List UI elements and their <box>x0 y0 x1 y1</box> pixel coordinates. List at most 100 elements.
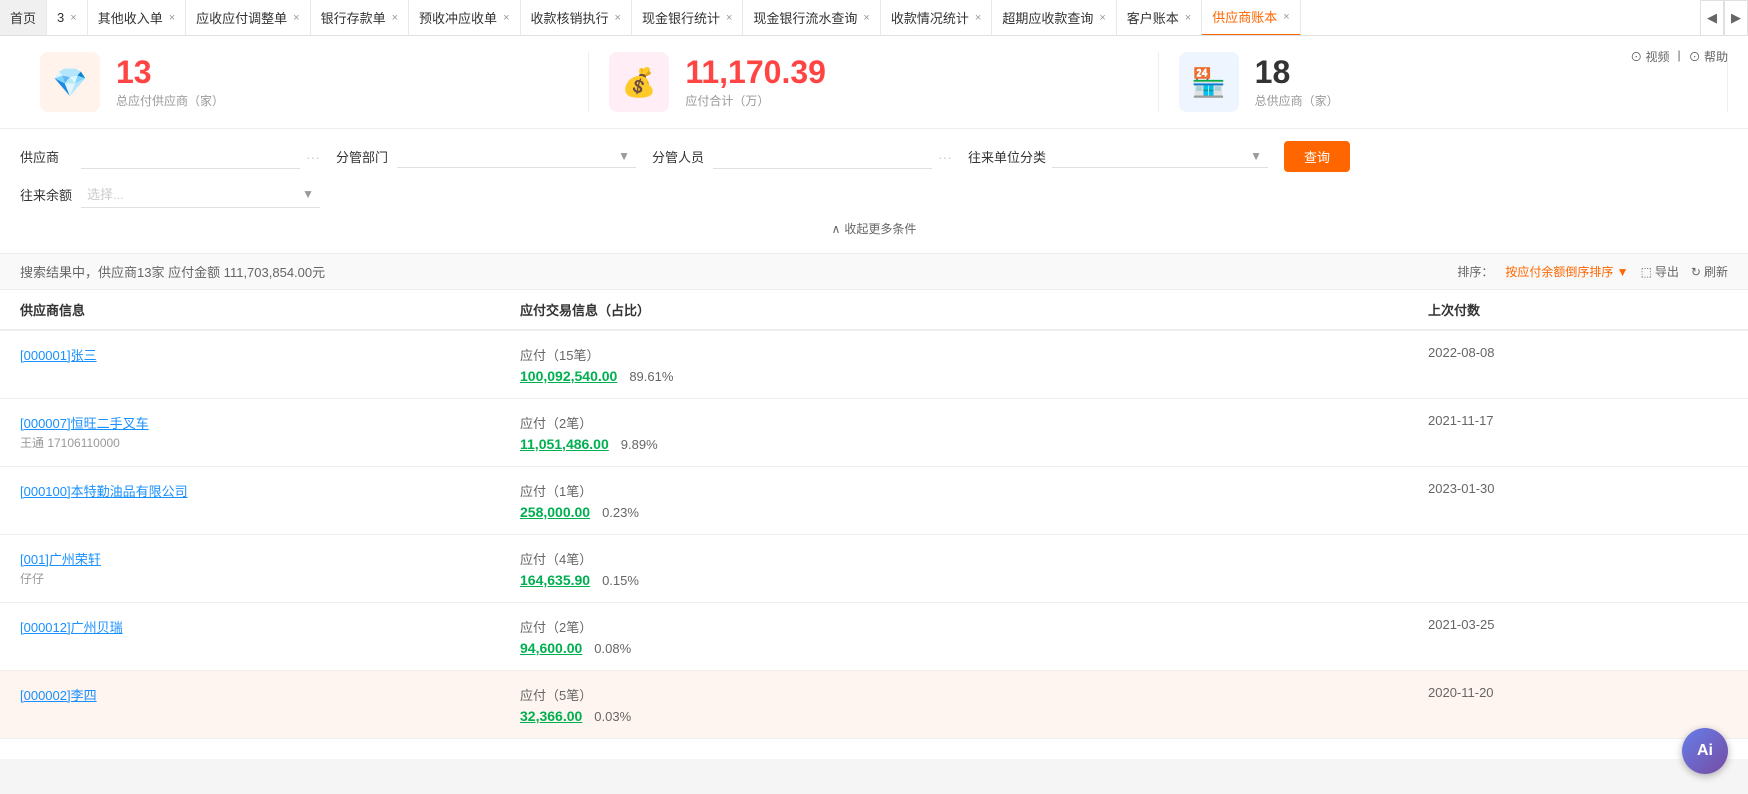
dept-filter-label: 分管部门 <box>336 147 391 166</box>
export-button[interactable]: ⬚ 导出 <box>1641 263 1679 280</box>
refresh-icon: ↻ <box>1691 265 1701 279</box>
query-button[interactable]: 查询 <box>1284 141 1350 172</box>
transaction-label-3: 应付（4笔） <box>520 549 1428 568</box>
category-dropdown-arrow: ▼ <box>1250 149 1262 163</box>
filter-supplier: 供应商 ··· <box>20 145 320 169</box>
transaction-amount-4[interactable]: 94,600.00 <box>520 640 582 656</box>
top-navigation: 首页3×其他收入单×应收应付调整单×银行存款单×预收冲应收单×收款核销执行×现金… <box>0 0 1748 36</box>
transaction-label-1: 应付（2笔） <box>520 413 1428 432</box>
transaction-amount-2[interactable]: 258,000.00 <box>520 504 590 520</box>
nav-tab-other-income[interactable]: 其他收入单× <box>88 0 186 36</box>
ai-assistant-button[interactable]: Ai <box>1682 728 1728 774</box>
supplier-cell-2: [000100]本特勤油品有限公司 <box>20 481 520 500</box>
nav-tab-overdue-collect[interactable]: 超期应收款查询× <box>992 0 1116 36</box>
transaction-percent-3: 0.15% <box>602 573 639 588</box>
balance-select[interactable]: 选择... ▼ <box>81 180 320 208</box>
supplier-link-000001[interactable]: [000001]张三 <box>20 348 97 363</box>
result-info-text: 搜索结果中，供应商13家 应付金额 111,703,854.00元 <box>20 262 325 281</box>
nav-tab-cash-bank-stat[interactable]: 现金银行统计× <box>632 0 743 36</box>
last-payment-cell-0: 2022-08-08 <box>1428 345 1728 360</box>
nav-tab-customer-account[interactable]: 客户账本× <box>1117 0 1202 36</box>
stat-number-total-suppliers: 18 <box>1255 56 1339 88</box>
nav-tab-prepay-collect[interactable]: 预收冲应收单× <box>409 0 520 36</box>
transaction-label-4: 应付（2笔） <box>520 617 1428 636</box>
close-tab-cash-bank-flow[interactable]: × <box>863 12 869 24</box>
table-row: [000012]广州贝瑞 应付（2笔） 94,600.00 0.08% 2021-03-… <box>0 603 1748 671</box>
close-tab-tab1[interactable]: × <box>70 12 76 24</box>
transaction-amount-3[interactable]: 164,635.90 <box>520 572 590 588</box>
close-tab-cash-bank-stat[interactable]: × <box>726 12 732 24</box>
close-tab-overdue-collect[interactable]: × <box>1099 12 1105 24</box>
transaction-percent-2: 0.23% <box>602 505 639 520</box>
help-link[interactable]: ⊙ 帮助 <box>1689 48 1728 65</box>
supplier-link-001[interactable]: [001]广州荣轩 <box>20 552 101 567</box>
close-tab-prepay-collect[interactable]: × <box>503 12 509 24</box>
close-tab-customer-account[interactable]: × <box>1185 12 1191 24</box>
sort-value[interactable]: 按应付余额倒序排序 ▼ <box>1505 263 1628 280</box>
collapse-icon: ∧ <box>832 222 841 236</box>
filter-dept: 分管部门 ▼ <box>336 145 636 168</box>
nav-tab-cash-bank-flow[interactable]: 现金银行流水查询× <box>743 0 880 36</box>
transaction-amount-5[interactable]: 32,366.00 <box>520 708 582 724</box>
transaction-row-0: 100,092,540.0089.61% <box>520 368 1428 384</box>
category-filter-label: 往来单位分类 <box>968 147 1046 166</box>
nav-tab-bank-deposit[interactable]: 银行存款单× <box>311 0 409 36</box>
category-select[interactable]: ▼ <box>1052 145 1268 168</box>
supplier-link-000100[interactable]: [000100]本特勤油品有限公司 <box>20 484 188 499</box>
nav-tab-payable-adjust[interactable]: 应收应付调整单× <box>186 0 310 36</box>
last-payment-cell-4: 2021-03-25 <box>1428 617 1728 632</box>
supplier-link-000012[interactable]: [000012]广州贝瑞 <box>20 620 123 635</box>
stat-number-payable-suppliers: 13 <box>116 56 224 88</box>
nav-tab-tab1[interactable]: 3× <box>47 0 88 36</box>
person-dots[interactable]: ··· <box>938 149 952 165</box>
filter-row-1: 供应商 ··· 分管部门 ▼ 分管人员 ··· 往来单位分类 ▼ 查询 <box>20 141 1728 172</box>
person-filter-label: 分管人员 <box>652 147 707 166</box>
filter-section: 供应商 ··· 分管部门 ▼ 分管人员 ··· 往来单位分类 ▼ 查询 往来 <box>0 129 1748 254</box>
collapse-button[interactable]: ∧ 收起更多条件 <box>820 216 929 241</box>
stat-label-total-suppliers: 总供应商（家） <box>1255 92 1339 109</box>
result-actions: 排序： 按应付余额倒序排序 ▼ ⬚ 导出 ↻ 刷新 <box>1457 263 1728 280</box>
table-row: [000002]李四应付（5笔）32,366.000.03%2020-11-20 <box>0 671 1748 739</box>
table-row: [000007]恒旺二手叉车王通 17106110000应付（2笔）11,051… <box>0 399 1748 467</box>
nav-prev-arrow[interactable]: ◀ <box>1700 0 1724 36</box>
nav-tab-supplier-account[interactable]: 供应商账本× <box>1202 0 1300 36</box>
supplier-input[interactable] <box>81 145 300 169</box>
supplier-cell-0: [000001]张三 <box>20 345 520 364</box>
transaction-row-1: 11,051,486.009.89% <box>520 436 1428 452</box>
transaction-cell-3: 应付（4笔） 164,635.90 0.15% <box>520 549 1428 588</box>
stat-icon-payable: 💰 <box>609 52 669 112</box>
transaction-row-3: 164,635.90 0.15% <box>520 572 1428 588</box>
nav-next-arrow[interactable]: ▶ <box>1724 0 1748 36</box>
close-tab-bank-deposit[interactable]: × <box>392 12 398 24</box>
nav-tab-home[interactable]: 首页 <box>0 0 47 36</box>
last-payment-cell-1: 2021-11-17 <box>1428 413 1728 428</box>
supplier-link-000002[interactable]: [000002]李四 <box>20 688 97 703</box>
video-link[interactable]: ⊙ 视频 <box>1630 48 1669 65</box>
transaction-amount-0[interactable]: 100,092,540.00 <box>520 368 617 384</box>
close-tab-other-income[interactable]: × <box>169 12 175 24</box>
close-tab-collect-stat[interactable]: × <box>975 12 981 24</box>
nav-tab-collect-stat[interactable]: 收款情况统计× <box>881 0 992 36</box>
supplier-link-000007[interactable]: [000007]恒旺二手叉车 <box>20 416 149 431</box>
transaction-percent-4: 0.08% <box>594 641 631 656</box>
close-tab-supplier-account[interactable]: × <box>1283 11 1289 23</box>
supplier-dots[interactable]: ··· <box>306 149 320 165</box>
close-tab-collect-verify[interactable]: × <box>615 12 621 24</box>
filter-balance: 往来余额 选择... ▼ <box>20 180 320 208</box>
dept-dropdown-arrow: ▼ <box>618 149 630 163</box>
last-payment-cell-2: 2023-01-30 <box>1428 481 1728 496</box>
export-icon: ⬚ <box>1641 265 1652 279</box>
nav-tab-collect-verify[interactable]: 收款核销执行× <box>521 0 632 36</box>
stat-label-payable-suppliers: 总应付供应商（家） <box>116 92 224 109</box>
header-supplier: 供应商信息 <box>20 300 520 319</box>
close-tab-payable-adjust[interactable]: × <box>293 12 299 24</box>
person-input[interactable] <box>713 145 932 169</box>
collapse-label: 收起更多条件 <box>844 220 916 237</box>
refresh-button[interactable]: ↻ 刷新 <box>1691 263 1728 280</box>
action-divider: | <box>1678 48 1681 65</box>
filter-row-2: 往来余额 选择... ▼ <box>20 180 1728 208</box>
dept-select[interactable]: ▼ <box>397 145 636 168</box>
supplier-filter-label: 供应商 <box>20 147 75 166</box>
transaction-amount-1[interactable]: 11,051,486.00 <box>520 436 609 452</box>
transaction-label-5: 应付（5笔） <box>520 685 1428 704</box>
